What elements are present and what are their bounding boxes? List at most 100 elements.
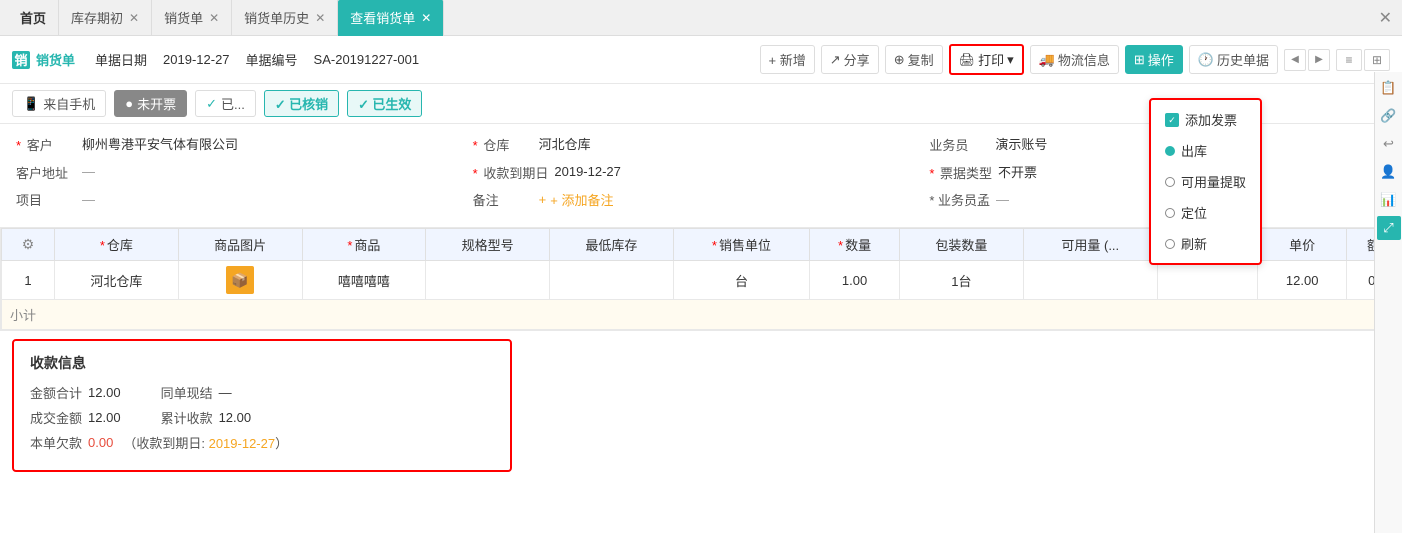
customer-value: 柳州粤港平安气体有限公司 (82, 134, 238, 154)
available-qty-item[interactable]: 可用量提取 (1151, 166, 1260, 197)
product-image: 📦 (226, 266, 254, 294)
effective-badge[interactable]: ✓ 已生效 (347, 90, 422, 117)
sales-order-tab-label: 销货单 (164, 8, 203, 27)
col-quantity: *数量 (810, 229, 900, 261)
col-pack-qty: 包装数量 (899, 229, 1023, 261)
transaction-value: 12.00 (88, 410, 121, 425)
approved-badge[interactable]: ✓ 已核销 (264, 90, 339, 117)
document-icon: 销 (12, 51, 30, 69)
share-button[interactable]: ↗ 分享 (821, 45, 879, 74)
add-icon: + (539, 192, 547, 207)
sidebar-chart-button[interactable]: 📊 (1377, 188, 1401, 212)
refresh-icon (1165, 239, 1175, 249)
tab-sales-history[interactable]: 销货单历史 ✕ (232, 0, 338, 36)
available-qty-label: 可用量提取 (1181, 172, 1246, 191)
from-phone-button[interactable]: 📱 来自手机 (12, 90, 106, 117)
close-sales-history-icon[interactable]: ✕ (315, 11, 325, 25)
sidebar-clipboard-button[interactable]: 📋 (1377, 76, 1401, 100)
settlement-label: 同单现结 (161, 383, 213, 402)
payment-row-3: 本单欠款 0.00 （收款到期日: 2019-12-27） (30, 433, 494, 452)
settings-icon[interactable]: ⚙ (22, 236, 35, 252)
return-icon: ↩ (1383, 136, 1394, 152)
not-opened-button[interactable]: ● 未开票 (114, 90, 187, 117)
next-arrow[interactable]: ▶ (1308, 49, 1330, 71)
logistics-button[interactable]: 🚚 物流信息 (1030, 45, 1119, 74)
number-value: SA-20191227-001 (314, 52, 420, 67)
view-sales-tab-label: 查看销货单 (350, 8, 415, 27)
tab-sales-order[interactable]: 销货单 ✕ (152, 0, 232, 36)
history-button[interactable]: 🕐 历史单据 (1189, 45, 1278, 74)
available-qty-icon (1165, 177, 1175, 187)
outbound-item[interactable]: 出库 (1151, 135, 1260, 166)
row-warehouse: 河北仓库 (55, 261, 179, 300)
main-content: 销 销货单 单据日期 2019-12-27 单据编号 SA-20191227-0… (0, 36, 1402, 533)
locate-item[interactable]: 定位 (1151, 197, 1260, 228)
col-gear: ⚙ (2, 229, 55, 261)
add-note-link[interactable]: + + 添加备注 (539, 190, 614, 209)
sidebar-return-button[interactable]: ↩ (1377, 132, 1401, 156)
print-button[interactable]: 🖨 打印 ▾ (949, 44, 1024, 75)
close-inventory-icon[interactable]: ✕ (129, 11, 139, 25)
sidebar-expand-button[interactable]: ⤢ (1377, 216, 1401, 240)
from-phone-label: 来自手机 (43, 94, 95, 113)
inventory-tab-label: 库存期初 (71, 8, 123, 27)
copy-icon: ⊕ (894, 52, 905, 68)
row-price: 12.00 (1258, 261, 1347, 300)
due-date-field: * 收款到期日 2019-12-27 (473, 163, 930, 182)
effective-label: 已生效 (372, 97, 411, 112)
total-value: 12.00 (88, 385, 121, 400)
operate-label: 操作 (1148, 50, 1174, 69)
col-spec: 规格型号 (426, 229, 550, 261)
logistics-icon: 🚚 (1039, 52, 1055, 68)
close-sales-order-icon[interactable]: ✕ (209, 11, 219, 25)
list-view-button[interactable]: ≡ (1336, 49, 1362, 71)
row-unit: 台 (673, 261, 809, 300)
tab-view-sales[interactable]: 查看销货单 ✕ (338, 0, 444, 36)
tab-inventory-init[interactable]: 库存期初 ✕ (59, 0, 152, 36)
print-icon: 🖨 (959, 52, 976, 68)
window-close-button[interactable]: ✕ (1379, 8, 1392, 28)
row-image: 📦 (178, 261, 302, 300)
date-label: 单据日期 (95, 50, 147, 69)
operate-dropdown: ✓ 添加发票 出库 可用量提取 定位 刷新 (1149, 98, 1262, 265)
document-actions: + 新增 ↗ 分享 ⊕ 复制 🖨 打印 ▾ 🚚 物流信息 (760, 44, 1390, 75)
total-label: 金额合计 (30, 383, 82, 402)
transaction-item: 成交金额 12.00 (30, 408, 121, 427)
ticket-type-value: 不开票 (998, 162, 1037, 182)
share-label: 分享 (844, 50, 870, 69)
address-value: — (82, 164, 95, 180)
payment-info-box: 收款信息 金额合计 12.00 同单现结 — 成交金额 12.00 累计收款 (12, 339, 512, 472)
note-label: 备注 (473, 190, 533, 209)
debt-detail: （收款到期日: 2019-12-27） (123, 433, 288, 452)
new-button[interactable]: + 新增 (760, 45, 815, 74)
refresh-label: 刷新 (1181, 234, 1207, 253)
logistics-label: 物流信息 (1058, 50, 1110, 69)
tab-home[interactable]: 首页 (8, 0, 59, 36)
prev-arrow[interactable]: ◀ (1284, 49, 1306, 71)
row-min-stock (550, 261, 674, 300)
new-label: + 新增 (769, 50, 806, 69)
locate-icon (1165, 208, 1175, 218)
operate-button[interactable]: ⊞ 操作 (1125, 45, 1183, 74)
payment-title: 收款信息 (30, 353, 494, 373)
staff-label: 业务员 (929, 135, 989, 154)
add-invoice-item[interactable]: ✓ 添加发票 (1151, 104, 1260, 135)
col-image: 商品图片 (178, 229, 302, 261)
address-label: 客户地址 (16, 163, 76, 182)
number-label: 单据编号 (246, 50, 298, 69)
copy-button[interactable]: ⊕ 复制 (885, 45, 943, 74)
close-view-sales-icon[interactable]: ✕ (421, 11, 431, 25)
row-available (1023, 261, 1157, 300)
salesperson-value: — (996, 192, 1009, 208)
sidebar-user-button[interactable]: 👤 (1377, 160, 1401, 184)
copy-label: 复制 (908, 50, 934, 69)
chart-icon: 📊 (1380, 192, 1396, 208)
document-meta: 单据日期 2019-12-27 单据编号 SA-20191227-001 (95, 50, 760, 69)
confirm-button[interactable]: ✓ 已... (195, 90, 256, 117)
history-icon: 🕐 (1198, 52, 1214, 68)
grid-view-button[interactable]: ⊞ (1364, 49, 1390, 71)
warehouse-label: * 仓库 (473, 135, 533, 154)
refresh-item[interactable]: 刷新 (1151, 228, 1260, 259)
warehouse-value: 河北仓库 (539, 134, 591, 154)
sidebar-link-button[interactable]: 🔗 (1377, 104, 1401, 128)
